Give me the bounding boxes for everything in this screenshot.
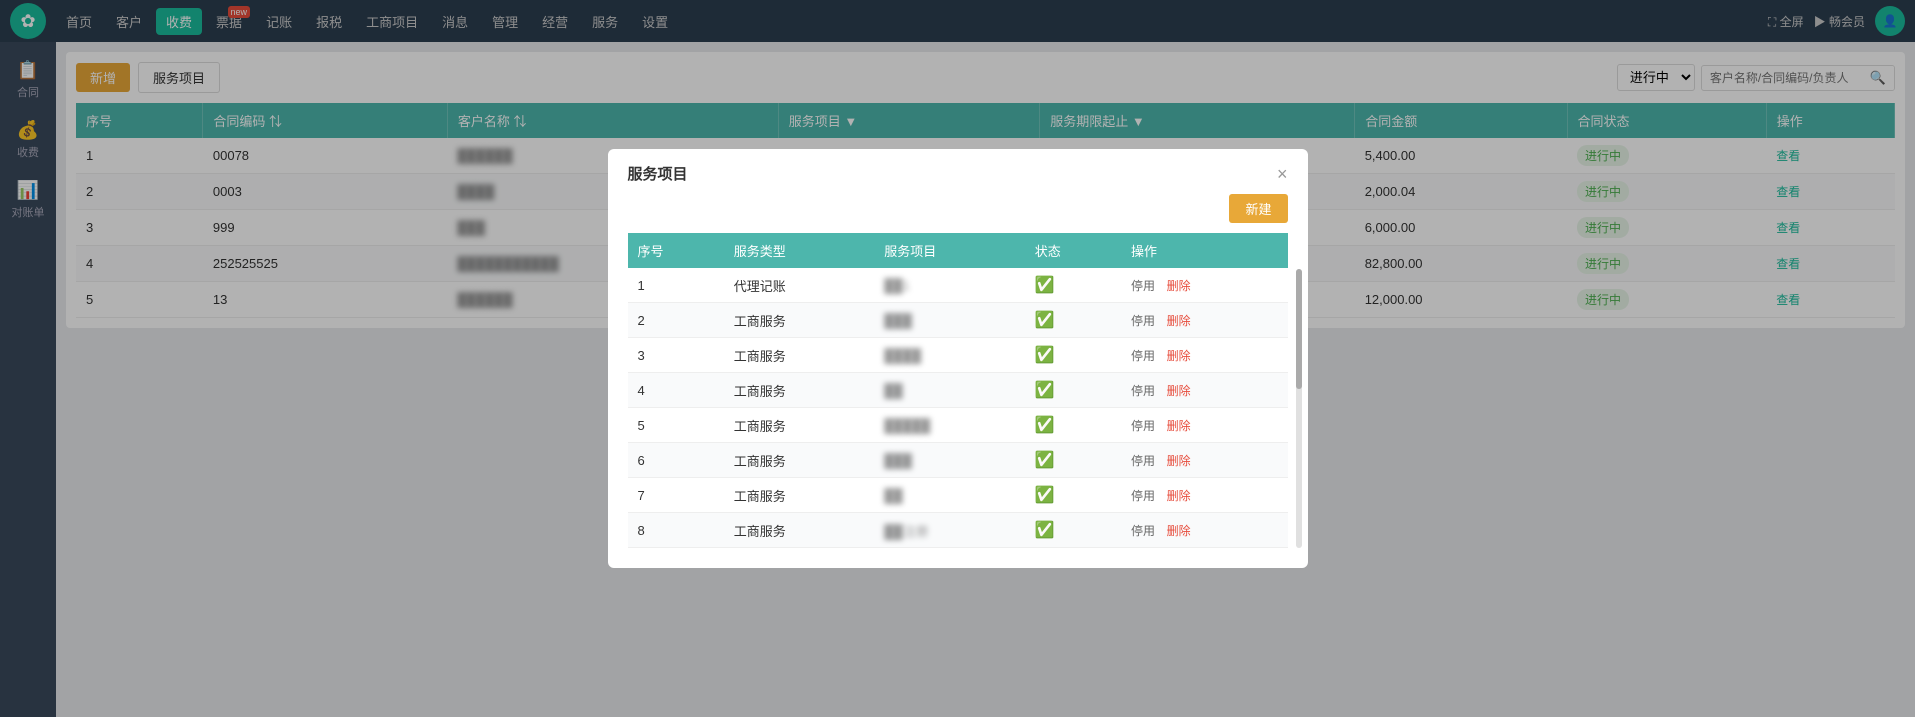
modal-cell-action: 停用 删除 <box>1121 268 1288 303</box>
delete-button[interactable]: 删除 <box>1167 384 1191 398</box>
modal-cell-item: ██注册 <box>874 513 1025 548</box>
stop-button[interactable]: 停用 <box>1131 349 1155 363</box>
modal-table: 序号 服务类型 服务项目 状态 操作 1 代理记账 ██1 ✅ 停用 删除 2 … <box>628 233 1288 548</box>
status-check-icon: ✅ <box>1035 417 1055 434</box>
modal-cell-item: █████ <box>874 408 1025 443</box>
modal-cell-seq: 6 <box>628 443 724 478</box>
modal-table-row: 8 工商服务 ██注册 ✅ 停用 删除 <box>628 513 1288 548</box>
delete-button[interactable]: 删除 <box>1167 279 1191 293</box>
modal-cell-item: ███ <box>874 303 1025 338</box>
modal-cell-status: ✅ <box>1025 443 1121 478</box>
modal-th-seq: 序号 <box>628 233 724 268</box>
modal-table-wrap: 序号 服务类型 服务项目 状态 操作 1 代理记账 ██1 ✅ 停用 删除 2 … <box>608 233 1308 568</box>
modal-cell-action: 停用 删除 <box>1121 443 1288 478</box>
delete-button[interactable]: 删除 <box>1167 419 1191 433</box>
modal-header-row: 序号 服务类型 服务项目 状态 操作 <box>628 233 1288 268</box>
modal-cell-type: 工商服务 <box>724 443 875 478</box>
modal-table-row: 5 工商服务 █████ ✅ 停用 删除 <box>628 408 1288 443</box>
modal-cell-status: ✅ <box>1025 513 1121 548</box>
modal-cell-seq: 1 <box>628 268 724 303</box>
status-check-icon: ✅ <box>1035 347 1055 364</box>
service-modal: 服务项目 × 新建 序号 服务类型 服务项目 状态 操作 1 代理记账 ██1 <box>608 149 1308 568</box>
stop-button[interactable]: 停用 <box>1131 524 1155 538</box>
modal-cell-status: ✅ <box>1025 408 1121 443</box>
modal-cell-type: 工商服务 <box>724 373 875 408</box>
delete-button[interactable]: 删除 <box>1167 489 1191 503</box>
modal-table-row: 1 代理记账 ██1 ✅ 停用 删除 <box>628 268 1288 303</box>
status-check-icon: ✅ <box>1035 312 1055 329</box>
modal-cell-action: 停用 删除 <box>1121 338 1288 373</box>
stop-button[interactable]: 停用 <box>1131 454 1155 468</box>
modal-table-row: 4 工商服务 ██ ✅ 停用 删除 <box>628 373 1288 408</box>
modal-cell-item: ██1 <box>874 268 1025 303</box>
modal-cell-seq: 7 <box>628 478 724 513</box>
modal-table-row: 2 工商服务 ███ ✅ 停用 删除 <box>628 303 1288 338</box>
modal-cell-type: 代理记账 <box>724 268 875 303</box>
stop-button[interactable]: 停用 <box>1131 314 1155 328</box>
modal-cell-type: 工商服务 <box>724 303 875 338</box>
modal-cell-status: ✅ <box>1025 338 1121 373</box>
modal-table-row: 7 工商服务 ██ ✅ 停用 删除 <box>628 478 1288 513</box>
modal-cell-status: ✅ <box>1025 373 1121 408</box>
modal-cell-type: 工商服务 <box>724 513 875 548</box>
modal-overlay[interactable]: 服务项目 × 新建 序号 服务类型 服务项目 状态 操作 1 代理记账 ██1 <box>0 0 1915 717</box>
modal-cell-action: 停用 删除 <box>1121 373 1288 408</box>
scrollbar[interactable] <box>1296 269 1302 548</box>
status-check-icon: ✅ <box>1035 382 1055 399</box>
stop-button[interactable]: 停用 <box>1131 384 1155 398</box>
modal-cell-action: 停用 删除 <box>1121 408 1288 443</box>
modal-th-item: 服务项目 <box>874 233 1025 268</box>
modal-cell-action: 停用 删除 <box>1121 478 1288 513</box>
modal-table-row: 6 工商服务 ███ ✅ 停用 删除 <box>628 443 1288 478</box>
status-check-icon: ✅ <box>1035 487 1055 504</box>
modal-cell-type: 工商服务 <box>724 408 875 443</box>
modal-cell-seq: 4 <box>628 373 724 408</box>
modal-cell-seq: 2 <box>628 303 724 338</box>
status-check-icon: ✅ <box>1035 277 1055 294</box>
status-check-icon: ✅ <box>1035 452 1055 469</box>
modal-cell-status: ✅ <box>1025 478 1121 513</box>
modal-cell-action: 停用 删除 <box>1121 303 1288 338</box>
stop-button[interactable]: 停用 <box>1131 419 1155 433</box>
modal-cell-seq: 5 <box>628 408 724 443</box>
modal-cell-item: ██ <box>874 478 1025 513</box>
delete-button[interactable]: 删除 <box>1167 349 1191 363</box>
modal-cell-seq: 3 <box>628 338 724 373</box>
modal-cell-item: ███ <box>874 443 1025 478</box>
modal-header: 服务项目 × <box>608 149 1308 194</box>
modal-cell-action: 停用 删除 <box>1121 513 1288 548</box>
scrollbar-thumb <box>1296 269 1302 389</box>
delete-button[interactable]: 删除 <box>1167 524 1191 538</box>
modal-title: 服务项目 <box>628 163 688 184</box>
modal-new-button[interactable]: 新建 <box>1229 194 1287 223</box>
modal-cell-type: 工商服务 <box>724 338 875 373</box>
modal-close-button[interactable]: × <box>1277 165 1288 183</box>
modal-th-type: 服务类型 <box>724 233 875 268</box>
modal-cell-seq: 8 <box>628 513 724 548</box>
delete-button[interactable]: 删除 <box>1167 314 1191 328</box>
modal-th-action: 操作 <box>1121 233 1288 268</box>
modal-cell-status: ✅ <box>1025 303 1121 338</box>
modal-cell-item: ████ <box>874 338 1025 373</box>
delete-button[interactable]: 删除 <box>1167 454 1191 468</box>
stop-button[interactable]: 停用 <box>1131 279 1155 293</box>
modal-cell-item: ██ <box>874 373 1025 408</box>
stop-button[interactable]: 停用 <box>1131 489 1155 503</box>
modal-cell-status: ✅ <box>1025 268 1121 303</box>
status-check-icon: ✅ <box>1035 522 1055 539</box>
modal-toolbar: 新建 <box>608 194 1308 233</box>
modal-cell-type: 工商服务 <box>724 478 875 513</box>
modal-th-status: 状态 <box>1025 233 1121 268</box>
modal-table-row: 3 工商服务 ████ ✅ 停用 删除 <box>628 338 1288 373</box>
